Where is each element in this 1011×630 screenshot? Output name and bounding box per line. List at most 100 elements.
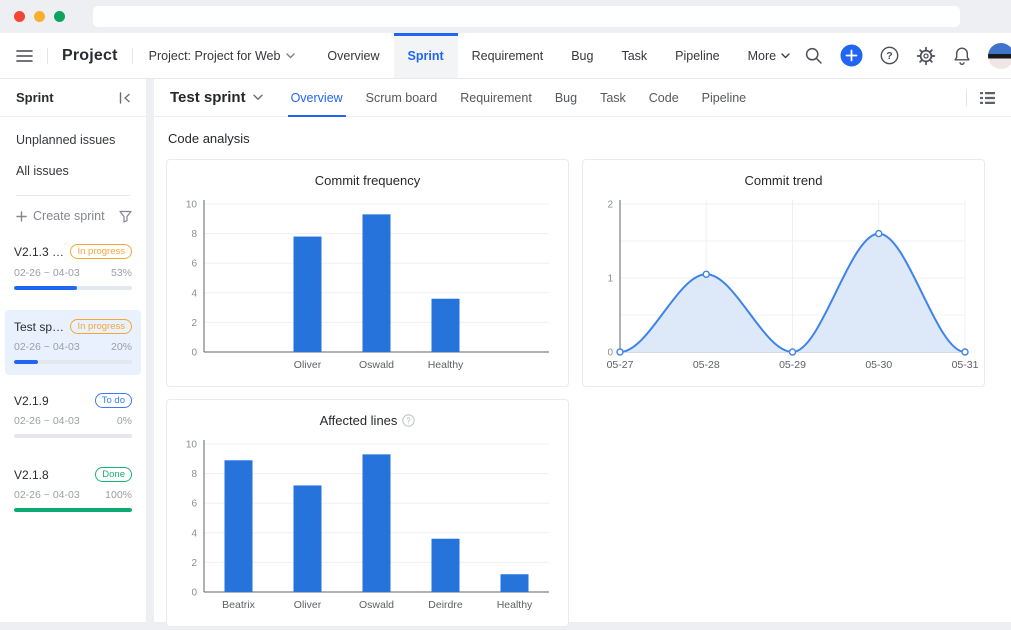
- sprint-item-v2-1-9[interactable]: V2.1.9 To do 02-26 ~ 04-03 0%: [5, 384, 141, 449]
- nav-item-bug[interactable]: Bug: [557, 33, 607, 78]
- tab-scrum-board[interactable]: Scrum board: [356, 79, 448, 117]
- divider: [131, 47, 133, 64]
- address-bar[interactable]: [93, 6, 960, 27]
- status-badge: In progress: [70, 244, 132, 259]
- chart-title: Affected lines: [319, 413, 398, 428]
- sprint-item-test-sprint[interactable]: Test sprint In progress 02-26 ~ 04-03 20%: [5, 310, 141, 375]
- bar-oswald: [362, 214, 391, 352]
- overview-content: Code analysis Commit frequency 0 2 4 6 8 10 Ol…: [154, 117, 1011, 627]
- tab-requirement[interactable]: Requirement: [450, 79, 542, 117]
- sprint-title-dropdown[interactable]: Test sprint: [170, 89, 263, 106]
- nav-item-overview[interactable]: Overview: [313, 33, 393, 78]
- tab-overview[interactable]: Overview: [281, 79, 353, 117]
- nav-item-task[interactable]: Task: [607, 33, 661, 78]
- chart-title: Commit frequency: [314, 173, 421, 188]
- window-minimize-button[interactable]: [34, 11, 45, 22]
- data-point-05-30: [875, 229, 883, 238]
- svg-text:05-31: 05-31: [952, 359, 979, 371]
- sprint-item-v2-1-8[interactable]: V2.1.8 Done 02-26 ~ 04-03 100%: [5, 458, 141, 523]
- chart-card-commit-frequency: Commit frequency 0 2 4 6 8 10 Oliver Oswald Heal…: [166, 159, 569, 387]
- sidebar-link-all-issues[interactable]: All issues: [16, 164, 130, 178]
- nav-item-label: Pipeline: [675, 48, 720, 63]
- sprint-item-header: V2.1.8 Done: [14, 467, 132, 482]
- svg-text:?: ?: [407, 416, 412, 425]
- svg-text:6: 6: [191, 259, 197, 270]
- affected-lines-chart: 0 2 4 6 8 10 Beatrix Oliver Oswald Deirdre Healthy: [186, 440, 549, 611]
- sprint-list: V2.1.3 迭代 In progress 02-26 ~ 04-03 53% Test…: [0, 234, 146, 523]
- bar-oswald: [362, 454, 391, 592]
- window-zoom-button[interactable]: [54, 11, 65, 22]
- sprint-item-v2-1-3-[interactable]: V2.1.3 迭代 In progress 02-26 ~ 04-03 53%: [5, 234, 141, 301]
- nav-item-requirement[interactable]: Requirement: [458, 33, 558, 78]
- chart-card-affected-lines: Affected lines ? 0 2 4 6 8 10 Beatrix Oliver Osw…: [166, 399, 569, 627]
- sprint-date-range: 02-26 ~ 04-03: [14, 341, 80, 353]
- progress-track: [14, 286, 132, 290]
- svg-text:6: 6: [191, 499, 197, 510]
- progress-fill: [14, 286, 77, 290]
- svg-text:Oliver: Oliver: [294, 359, 322, 371]
- tab-pipeline[interactable]: Pipeline: [692, 79, 756, 117]
- sprint-item-meta: 02-26 ~ 04-03 20%: [14, 341, 132, 353]
- user-avatar[interactable]: [988, 42, 1011, 69]
- tab-bug[interactable]: Bug: [545, 79, 587, 117]
- workspace: Sprint Unplanned issues All issues Create…: [0, 79, 1011, 627]
- help-circle-icon[interactable]: ?: [402, 414, 416, 427]
- create-sprint-label: Create sprint: [33, 209, 105, 223]
- sprint-item-meta: 02-26 ~ 04-03 100%: [14, 489, 132, 501]
- help-icon[interactable]: ?: [880, 46, 899, 65]
- nav-item-pipeline[interactable]: Pipeline: [661, 33, 733, 78]
- filter-funnel-icon[interactable]: [119, 210, 132, 223]
- hamburger-menu-icon[interactable]: [16, 49, 33, 63]
- sprint-name: V2.1.9: [14, 393, 49, 408]
- header-right-tools: [966, 89, 995, 106]
- svg-text:Oswald: Oswald: [359, 359, 394, 371]
- window-close-button[interactable]: [14, 11, 25, 22]
- settings-gear-icon[interactable]: [916, 46, 936, 66]
- svg-text:Deirdre: Deirdre: [428, 599, 463, 611]
- commit-frequency-chart: 0 2 4 6 8 10 Oliver Oswald Healthy: [186, 200, 549, 371]
- collapse-sidebar-icon[interactable]: [118, 91, 132, 104]
- divider: [966, 89, 967, 106]
- data-point-05-29: [788, 348, 797, 356]
- sprint-item-meta: 02-26 ~ 04-03 53%: [14, 267, 132, 279]
- tab-task[interactable]: Task: [590, 79, 636, 117]
- project-switcher[interactable]: Project: Project for Web: [149, 49, 296, 63]
- progress-track: [14, 508, 132, 512]
- charts-grid: Commit frequency 0 2 4 6 8 10 Oliver Oswald Heal…: [166, 159, 999, 627]
- main-nav: Overview Sprint Requirement Bug Task Pipeline…: [313, 33, 804, 78]
- chevron-down-icon: [252, 94, 263, 100]
- svg-text:10: 10: [186, 200, 198, 211]
- svg-text:0: 0: [607, 348, 613, 359]
- notifications-bell-icon[interactable]: [953, 46, 971, 65]
- chart-title: Commit trend: [744, 173, 823, 188]
- list-view-icon[interactable]: [980, 91, 995, 104]
- sprint-percent: 53%: [110, 267, 132, 279]
- svg-text:Healthy: Healthy: [497, 599, 533, 611]
- nav-item-more[interactable]: More: [734, 33, 804, 78]
- divider: [47, 47, 48, 64]
- progress-track: [14, 360, 132, 364]
- svg-text:05-28: 05-28: [693, 359, 720, 371]
- search-icon[interactable]: [804, 46, 823, 65]
- svg-text:2: 2: [607, 200, 613, 211]
- chart-card-commit-trend: Commit trend 0 1 2 05-27 05-28 05-29 05-30 05-3…: [582, 159, 985, 387]
- sprint-title: Test sprint: [170, 89, 246, 106]
- section-title: Code analysis: [168, 131, 250, 146]
- status-badge: To do: [94, 393, 132, 408]
- create-sprint-button[interactable]: Create sprint: [0, 196, 146, 225]
- sprint-tabs: Overview Scrum board Requirement Bug Task Cod…: [281, 79, 760, 117]
- sidebar-link-unplanned-issues[interactable]: Unplanned issues: [16, 133, 130, 147]
- sidebar-links: Unplanned issues All issues: [0, 117, 146, 178]
- nav-item-label: Requirement: [471, 48, 544, 63]
- svg-text:Beatrix: Beatrix: [222, 599, 255, 611]
- nav-item-sprint[interactable]: Sprint: [393, 33, 458, 78]
- bar-oliver: [293, 485, 322, 592]
- create-new-icon[interactable]: [840, 44, 863, 67]
- svg-text:Oswald: Oswald: [359, 599, 394, 611]
- screen: Project Project: Project for Web Overvie…: [0, 0, 1011, 627]
- svg-text:?: ?: [886, 50, 892, 62]
- sidebar-title: Sprint: [16, 90, 54, 105]
- tab-code[interactable]: Code: [639, 79, 689, 117]
- status-badge: Done: [95, 467, 132, 482]
- svg-text:05-27: 05-27: [607, 359, 634, 371]
